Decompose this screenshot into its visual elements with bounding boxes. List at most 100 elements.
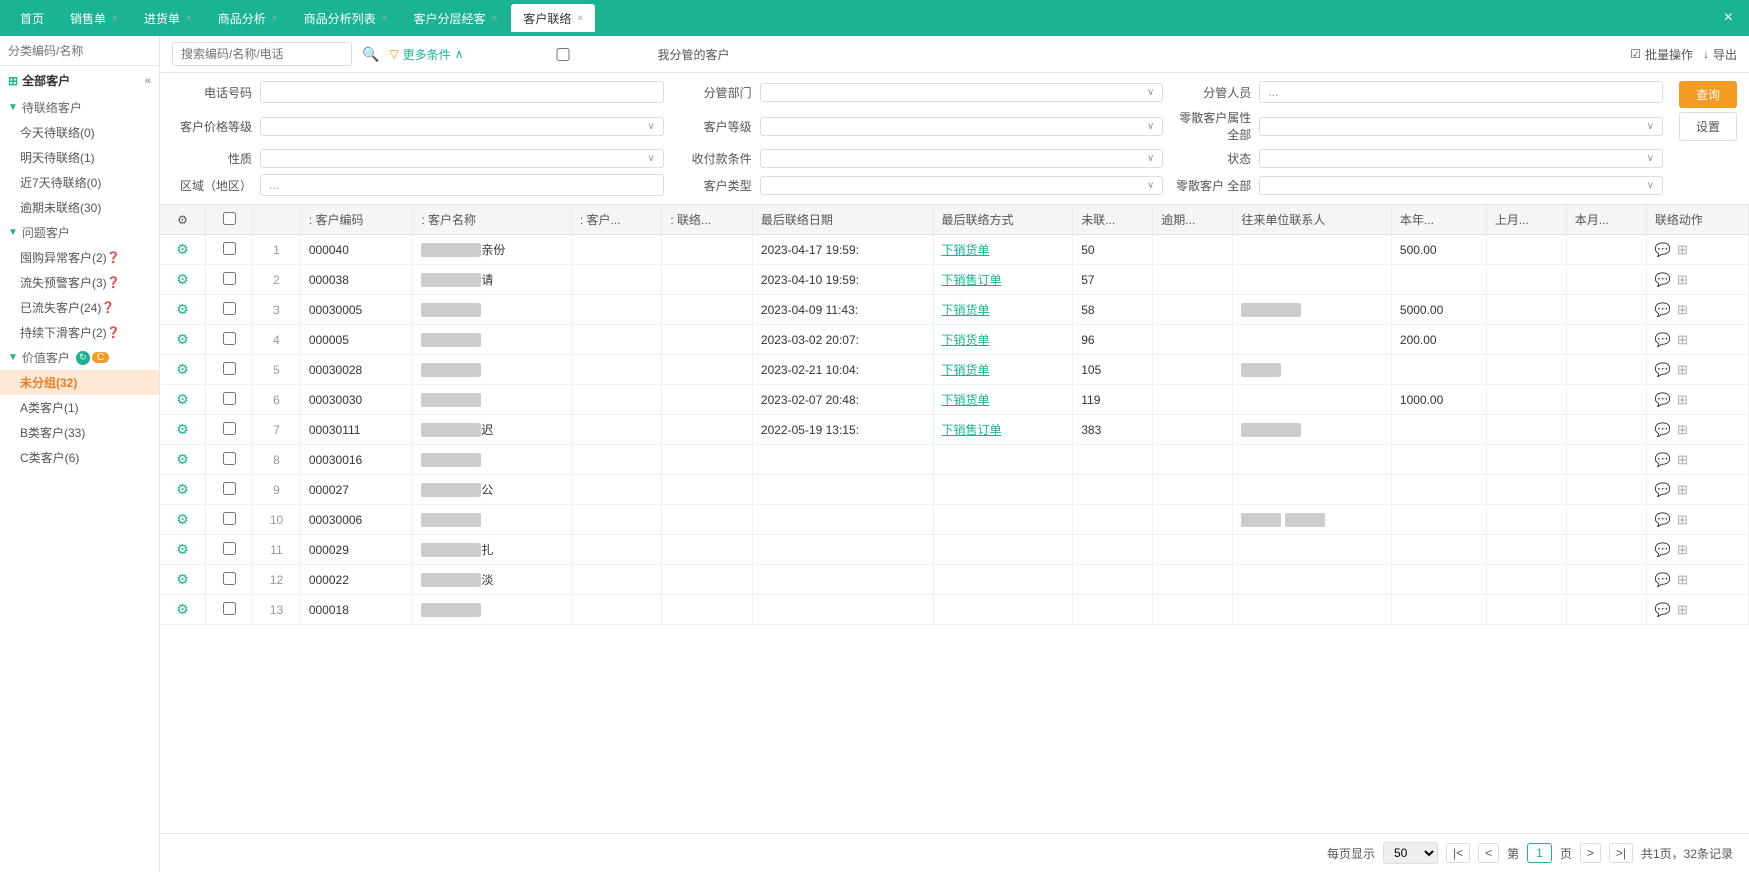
row-last-contact-type[interactable]: 下销售订单 <box>933 415 1073 445</box>
select-all-checkbox[interactable] <box>223 212 236 225</box>
message-action-icon[interactable]: 💬 <box>1655 482 1671 498</box>
grid-action-icon[interactable]: ⊞ <box>1677 362 1688 378</box>
row-gear-icon[interactable]: ⚙ <box>160 235 206 265</box>
window-close-icon[interactable]: × <box>1716 9 1741 27</box>
row-gear-icon[interactable]: ⚙ <box>160 475 206 505</box>
row-checkbox-cell[interactable] <box>206 475 253 505</box>
row-gear-icon[interactable]: ⚙ <box>160 565 206 595</box>
sidebar-item-abnormal[interactable]: 囤购异常客户(2) ❓ <box>0 245 159 270</box>
row-checkbox[interactable] <box>223 392 236 405</box>
row-last-contact-type[interactable]: 下销货单 <box>933 235 1073 265</box>
next-page-btn[interactable]: > <box>1580 843 1601 863</box>
sidebar-item-7days[interactable]: 近7天待联络(0) <box>0 170 159 195</box>
message-action-icon[interactable]: 💬 <box>1655 302 1671 318</box>
message-action-icon[interactable]: 💬 <box>1655 452 1671 468</box>
message-action-icon[interactable]: 💬 <box>1655 542 1671 558</box>
grid-action-icon[interactable]: ⊞ <box>1677 542 1688 558</box>
tab-customer-segment[interactable]: 客户分层经客 × <box>401 4 509 32</box>
tab-purchase[interactable]: 进货单 × <box>132 4 204 32</box>
first-page-btn[interactable]: |< <box>1446 843 1470 863</box>
my-customers-checkbox[interactable] <box>473 48 653 61</box>
row-gear-icon[interactable]: ⚙ <box>160 445 206 475</box>
close-customer-segment-icon[interactable]: × <box>491 13 497 24</box>
contact-type-link[interactable]: 下销货单 <box>942 393 990 407</box>
row-checkbox-cell[interactable] <box>206 325 253 355</box>
row-checkbox-cell[interactable] <box>206 265 253 295</box>
contact-type-link[interactable]: 下销货单 <box>942 363 990 377</box>
row-checkbox-cell[interactable] <box>206 235 253 265</box>
all-customers-header[interactable]: ⊞ 全部客户 « <box>0 66 159 95</box>
dept-select[interactable]: ∨ <box>760 83 1164 102</box>
sidebar-item-b[interactable]: B类客户(33) <box>0 420 159 445</box>
row-gear-icon[interactable]: ⚙ <box>160 265 206 295</box>
question-icon-1[interactable]: ❓ <box>107 251 121 264</box>
row-gear-icon[interactable]: ⚙ <box>160 385 206 415</box>
message-action-icon[interactable]: 💬 <box>1655 512 1671 528</box>
row-checkbox[interactable] <box>223 302 236 315</box>
row-checkbox[interactable] <box>223 332 236 345</box>
row-checkbox[interactable] <box>223 602 236 615</box>
value-customer-group[interactable]: ▼ 价值客户 ↻ C <box>0 345 159 370</box>
row-last-contact-type[interactable]: 下销货单 <box>933 385 1073 415</box>
row-checkbox-cell[interactable] <box>206 385 253 415</box>
phone-input[interactable] <box>260 81 664 103</box>
last-page-btn[interactable]: >| <box>1609 843 1633 863</box>
question-icon-3[interactable]: ❓ <box>101 301 115 314</box>
message-action-icon[interactable]: 💬 <box>1655 572 1671 588</box>
close-sales-icon[interactable]: × <box>112 13 118 24</box>
row-checkbox[interactable] <box>223 542 236 555</box>
search-button-icon[interactable]: 🔍 <box>362 46 379 63</box>
grid-action-icon[interactable]: ⊞ <box>1677 242 1688 258</box>
sidebar-item-overdue[interactable]: 逾期未联络(30) <box>0 195 159 220</box>
contact-type-link[interactable]: 下销售订单 <box>942 423 1002 437</box>
sidebar-item-warning[interactable]: 流失预警客户(3) ❓ <box>0 270 159 295</box>
question-icon-4[interactable]: ❓ <box>107 326 121 339</box>
nature-select[interactable]: ∨ <box>260 149 664 168</box>
row-checkbox-cell[interactable] <box>206 535 253 565</box>
refresh-icon[interactable]: ↻ <box>76 351 90 365</box>
row-checkbox-cell[interactable] <box>206 295 253 325</box>
message-action-icon[interactable]: 💬 <box>1655 602 1671 618</box>
reset-button[interactable]: 设置 <box>1679 112 1737 141</box>
sidebar-item-lost[interactable]: 已流失客户(24) ❓ <box>0 295 159 320</box>
grid-action-icon[interactable]: ⊞ <box>1677 452 1688 468</box>
pending-contact-group[interactable]: ▼ 待联络客户 <box>0 95 159 120</box>
sidebar-item-a[interactable]: A类客户(1) <box>0 395 159 420</box>
batch-operation-btn[interactable]: ☑ 批量操作 <box>1630 46 1693 63</box>
sidebar-item-c[interactable]: C类客户(6) <box>0 445 159 470</box>
sparse-attr-select[interactable]: ∨ <box>1259 117 1663 136</box>
row-checkbox-cell[interactable] <box>206 505 253 535</box>
tab-customer-contact[interactable]: 客户联络 × <box>511 4 595 32</box>
row-checkbox[interactable] <box>223 512 236 525</box>
grid-action-icon[interactable]: ⊞ <box>1677 602 1688 618</box>
region-ellipsis[interactable]: ... <box>260 174 664 196</box>
tab-home[interactable]: 首页 <box>8 4 56 32</box>
search-input[interactable] <box>172 42 352 66</box>
customer-type-select[interactable]: ∨ <box>760 176 1164 195</box>
contact-type-link[interactable]: 下销售订单 <box>942 273 1002 287</box>
contact-type-link[interactable]: 下销货单 <box>942 333 990 347</box>
row-checkbox[interactable] <box>223 272 236 285</box>
grid-action-icon[interactable]: ⊞ <box>1677 422 1688 438</box>
col-checkbox-all[interactable] <box>206 205 253 235</box>
my-customers-checkbox-label[interactable]: 我分管的客户 <box>473 46 729 63</box>
grid-action-icon[interactable]: ⊞ <box>1677 482 1688 498</box>
row-gear-icon[interactable]: ⚙ <box>160 595 206 625</box>
row-gear-icon[interactable]: ⚙ <box>160 535 206 565</box>
close-purchase-icon[interactable]: × <box>186 13 192 24</box>
grid-action-icon[interactable]: ⊞ <box>1677 512 1688 528</box>
prev-page-btn[interactable]: < <box>1478 843 1499 863</box>
question-icon-2[interactable]: ❓ <box>107 276 121 289</box>
row-gear-icon[interactable]: ⚙ <box>160 325 206 355</box>
row-gear-icon[interactable]: ⚙ <box>160 295 206 325</box>
row-checkbox-cell[interactable] <box>206 595 253 625</box>
tab-product-analysis-list[interactable]: 商品分析列表 × <box>292 4 400 32</box>
sidebar-item-today[interactable]: 今天待联络(0) <box>0 120 159 145</box>
row-last-contact-type[interactable]: 下销货单 <box>933 325 1073 355</box>
close-product-analysis-icon[interactable]: × <box>272 13 278 24</box>
row-checkbox[interactable] <box>223 452 236 465</box>
problem-customer-group[interactable]: ▼ 问题客户 <box>0 220 159 245</box>
tab-product-analysis[interactable]: 商品分析 × <box>206 4 290 32</box>
customer-grade-select[interactable]: ∨ <box>760 117 1164 136</box>
price-grade-select[interactable]: ∨ <box>260 117 664 136</box>
